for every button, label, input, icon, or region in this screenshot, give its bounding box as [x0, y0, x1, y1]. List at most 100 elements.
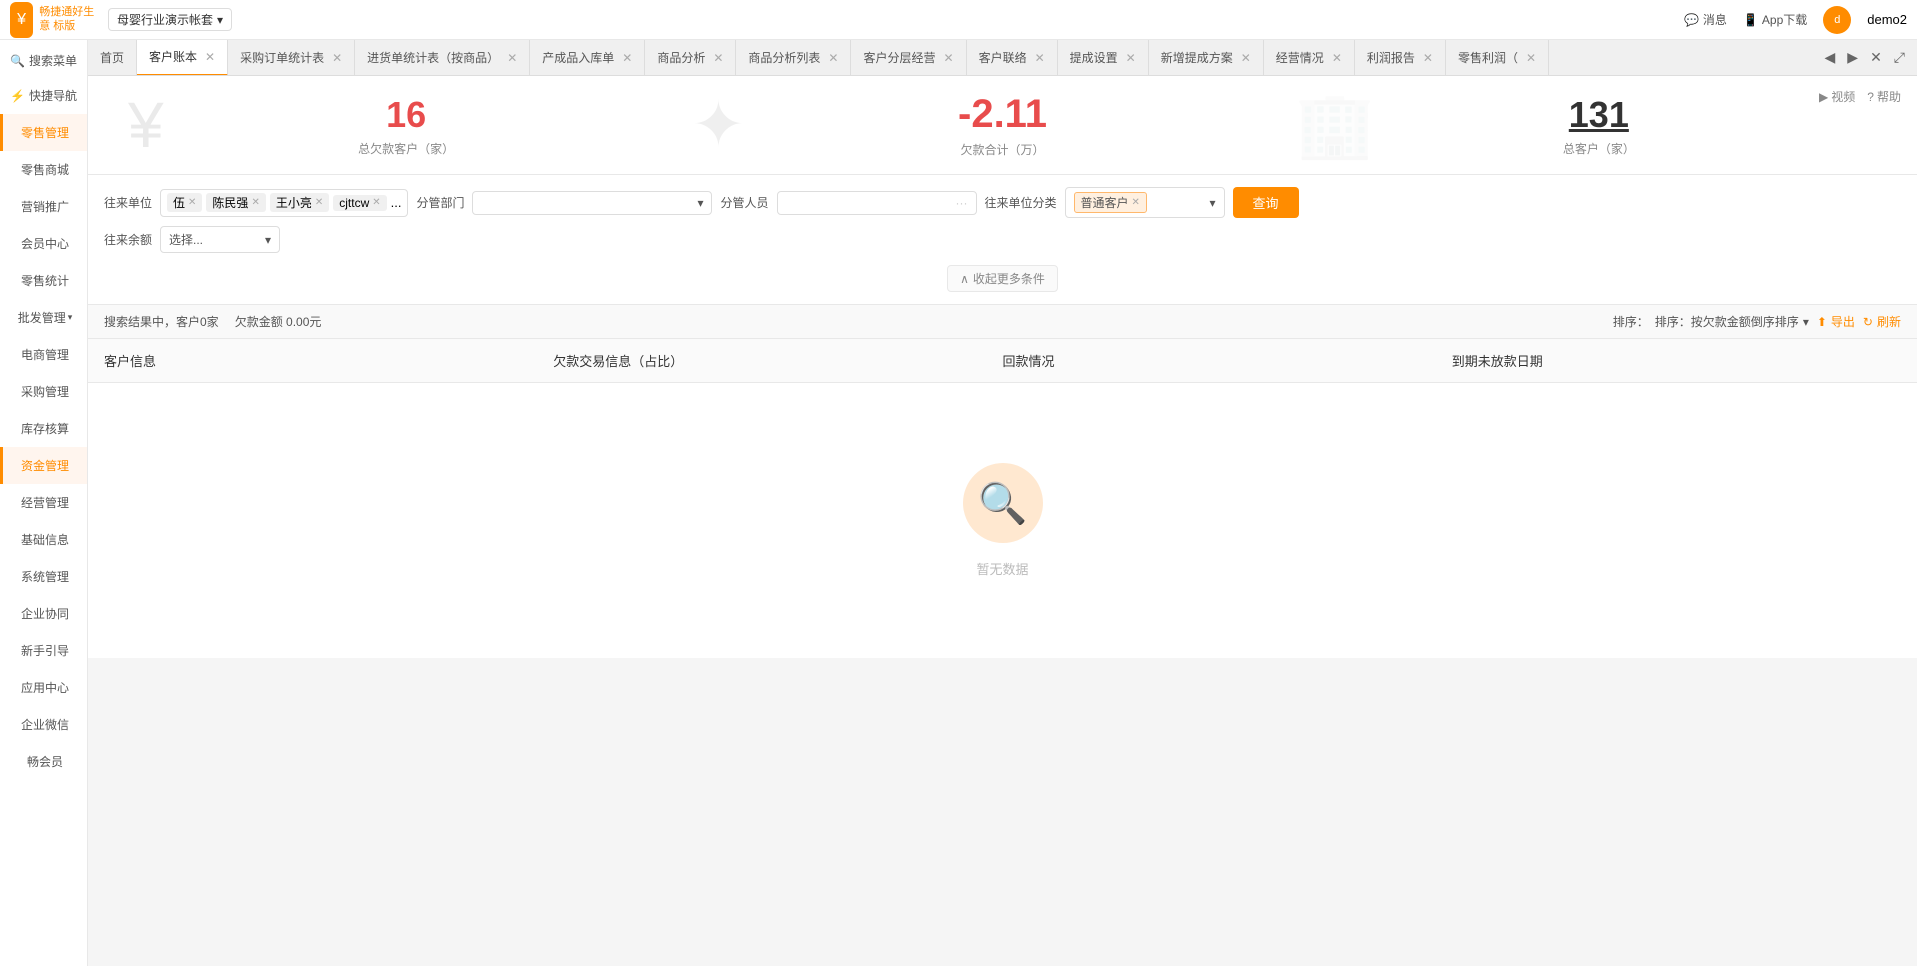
logo-text: 畅捷通好生意 标版: [39, 6, 98, 32]
basic-info-label: 基础信息: [21, 533, 69, 547]
unit-class-label: 往来单位分类: [985, 194, 1057, 211]
tab-ops-status-label: 经营情况: [1276, 49, 1324, 66]
tab-cost-entry-close[interactable]: ✕: [622, 51, 632, 65]
tab-add-boost[interactable]: 新增提成方案 ✕: [1149, 40, 1264, 76]
col-repay-header: 回款情况: [1003, 351, 1452, 370]
tab-next-button[interactable]: ▶: [1843, 47, 1862, 68]
app-download-label: App下载: [1762, 11, 1807, 28]
tab-ops-status[interactable]: 经营情况 ✕: [1264, 40, 1355, 76]
tab-purchase-order-close[interactable]: ✕: [332, 51, 342, 65]
filter-tag-unit-0[interactable]: 伍 ✕: [167, 193, 202, 212]
col-customer-header: 客户信息: [104, 351, 553, 370]
filter-tag-more[interactable]: ...: [391, 195, 402, 210]
help-button[interactable]: ? 帮助: [1867, 88, 1901, 105]
person-input[interactable]: ···: [777, 191, 977, 215]
tab-bar: 首页 客户账本 ✕ 采购订单统计表 ✕ 进货单统计表（按商品） ✕ 产成品入库单…: [88, 40, 1917, 76]
sidebar-item-batch-mgmt[interactable]: 批发管理 ▾: [0, 299, 87, 336]
search-count: 搜索结果中，客户0家: [104, 313, 219, 330]
filter-tag-unit-2-close[interactable]: ✕: [315, 197, 323, 208]
tab-accounts-close[interactable]: ✕: [205, 50, 215, 64]
tab-add-boost-close[interactable]: ✕: [1241, 51, 1251, 65]
sidebar-item-member-center[interactable]: 会员中心: [0, 225, 87, 262]
tab-home[interactable]: 首页: [88, 40, 137, 76]
sidebar-item-app-center[interactable]: 应用中心: [0, 669, 87, 706]
filter-tag-unit-0-close[interactable]: ✕: [188, 197, 196, 208]
sidebar-item-purchase-mgmt[interactable]: 采购管理: [0, 373, 87, 410]
tab-inventory-stat[interactable]: 进货单统计表（按商品） ✕: [355, 40, 530, 76]
unit-class-chevron-icon: ▾: [1209, 196, 1215, 210]
tab-goods-list-close[interactable]: ✕: [828, 51, 838, 65]
filter-tag-unit-2[interactable]: 王小亮 ✕: [270, 193, 329, 212]
filter-tag-unit-1-close[interactable]: ✕: [251, 197, 259, 208]
top-bar-right: 💬 消息 📱 App下载 d demo2: [1684, 6, 1907, 34]
tab-goods-list[interactable]: 商品分析列表 ✕: [736, 40, 851, 76]
sidebar-item-operations[interactable]: 经营管理: [0, 484, 87, 521]
sidebar-item-inventory[interactable]: 库存核算: [0, 410, 87, 447]
tab-customer-contact[interactable]: 客户联络 ✕: [967, 40, 1058, 76]
tab-expand-button[interactable]: ⤢: [1890, 47, 1909, 68]
export-icon: ⬆: [1817, 315, 1827, 329]
unit-class-tag[interactable]: 普通客户 ✕: [1074, 192, 1147, 213]
unit-class-select[interactable]: 普通客户 ✕ ▾: [1065, 187, 1225, 218]
member-center-label: 会员中心: [21, 237, 69, 251]
unit-tag-group[interactable]: 伍 ✕ 陈民强 ✕ 王小亮 ✕: [160, 189, 408, 217]
export-button[interactable]: ⬆ 导出: [1817, 313, 1855, 330]
tab-profit-report[interactable]: 利润报告 ✕: [1355, 40, 1446, 76]
filter-tag-unit-3[interactable]: cjttcw ✕: [333, 195, 386, 211]
sidebar-item-capital[interactable]: 资金管理: [0, 447, 87, 484]
filter-tag-unit-3-close[interactable]: ✕: [372, 197, 380, 208]
tab-customer-contact-close[interactable]: ✕: [1035, 51, 1045, 65]
query-button[interactable]: 查询: [1233, 187, 1299, 218]
sidebar-item-retail-mall[interactable]: 零售商城: [0, 151, 87, 188]
app-download-button[interactable]: 📱 App下载: [1743, 11, 1807, 28]
sidebar-item-marketing[interactable]: 营销推广: [0, 188, 87, 225]
balance-select[interactable]: 选择... ▾: [160, 226, 280, 253]
tab-goods-analysis-close[interactable]: ✕: [713, 51, 723, 65]
sidebar-item-basic-info[interactable]: 基础信息: [0, 521, 87, 558]
marketing-label: 营销推广: [21, 200, 69, 214]
tab-profit-report-close[interactable]: ✕: [1423, 51, 1433, 65]
video-help-button[interactable]: ▶ 视频: [1819, 88, 1855, 105]
tab-customer-segment-close[interactable]: ✕: [944, 51, 954, 65]
tab-prev-button[interactable]: ◀: [1821, 47, 1840, 68]
suite-selector[interactable]: 母婴行业演示帐套 ▾: [108, 8, 232, 31]
tab-ops-status-close[interactable]: ✕: [1332, 51, 1342, 65]
filter-tag-unit-1[interactable]: 陈民强 ✕: [206, 193, 265, 212]
collapse-button[interactable]: ∧ 收起更多条件: [947, 265, 1058, 292]
dept-select[interactable]: ▾: [472, 191, 712, 215]
message-button[interactable]: 💬 消息: [1684, 11, 1727, 28]
user-name: demo2: [1867, 12, 1907, 27]
empty-state: 🔍 暂无数据: [88, 383, 1917, 658]
quick-nav[interactable]: ⚡ 快捷导航: [0, 77, 87, 114]
app-center-label: 应用中心: [21, 681, 69, 695]
tab-boost-settings-close[interactable]: ✕: [1126, 51, 1136, 65]
sidebar-item-vip-member[interactable]: 畅会员: [0, 743, 87, 780]
tab-goods-analysis[interactable]: 商品分析 ✕: [645, 40, 736, 76]
sidebar-item-retail-mgmt[interactable]: 零售管理: [0, 114, 87, 151]
sort-select[interactable]: 排序： 排序：按欠款金额倒序排序 ▾: [1613, 313, 1809, 330]
sidebar-item-enterprise[interactable]: 企业协同: [0, 595, 87, 632]
video-label: 视频: [1831, 88, 1855, 105]
tab-accounts[interactable]: 客户账本 ✕: [137, 40, 228, 76]
export-label: 导出: [1831, 313, 1855, 330]
sidebar-search[interactable]: 🔍 搜索菜单: [0, 40, 87, 77]
sidebar-item-ecommerce[interactable]: 电商管理: [0, 336, 87, 373]
sidebar-item-corp-wechat[interactable]: 企业微信: [0, 706, 87, 743]
unit-class-tag-close[interactable]: ✕: [1132, 197, 1140, 208]
sidebar-item-sys-mgmt[interactable]: 系统管理: [0, 558, 87, 595]
tab-close-all-button[interactable]: ✕: [1866, 47, 1886, 68]
tab-retail-profit[interactable]: 零售利润（ ✕: [1446, 40, 1549, 76]
refresh-button[interactable]: ↻ 刷新: [1863, 313, 1901, 330]
tab-customer-segment[interactable]: 客户分层经营 ✕: [851, 40, 966, 76]
stat-debt-total: -2.11 欠款合计（万）: [704, 92, 1300, 158]
retail-stat-label: 零售统计: [21, 274, 69, 288]
tab-inventory-stat-close[interactable]: ✕: [507, 51, 517, 65]
quick-nav-icon: ⚡: [10, 89, 25, 103]
tab-boost-settings[interactable]: 提成设置 ✕: [1058, 40, 1149, 76]
tab-purchase-order[interactable]: 采购订单统计表 ✕: [228, 40, 355, 76]
sidebar-item-retail-stat[interactable]: 零售统计: [0, 262, 87, 299]
sidebar-item-newcomer[interactable]: 新手引导: [0, 632, 87, 669]
tab-retail-profit-close[interactable]: ✕: [1526, 51, 1536, 65]
tab-cost-entry[interactable]: 产成品入库单 ✕: [530, 40, 645, 76]
user-avatar[interactable]: d: [1823, 6, 1851, 34]
